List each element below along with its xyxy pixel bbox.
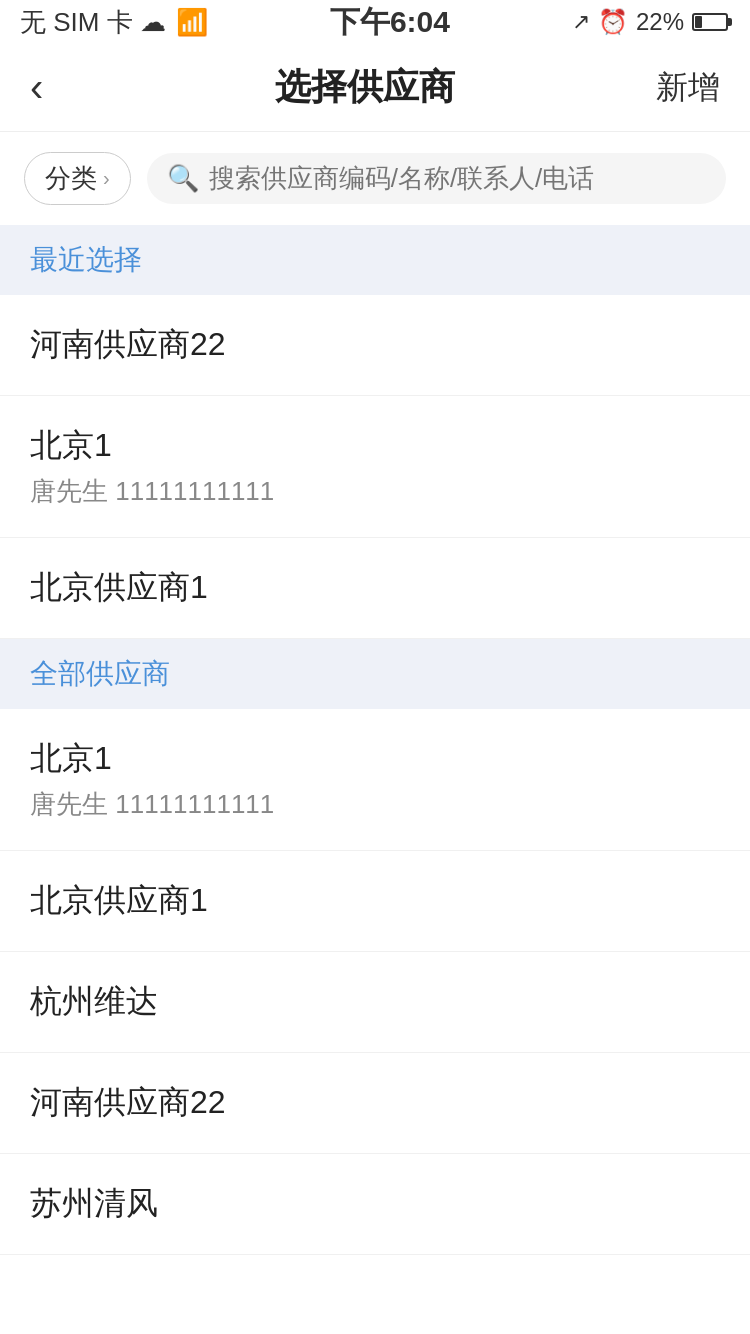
page-title: 选择供应商 [275,63,455,112]
list-item[interactable]: 北京1 唐先生 11111111111 [0,709,750,851]
search-icon: 🔍 [167,163,199,194]
filter-bar: 分类 › 🔍 [0,132,750,225]
add-button[interactable]: 新增 [640,66,720,110]
item-name: 北京供应商1 [30,879,720,923]
chevron-right-icon: › [103,167,110,190]
search-box: 🔍 [147,153,726,204]
status-bar: 无 SIM 卡 ☁ 📶 下午6:04 ↗ ⏰ 22% [0,0,750,44]
item-name: 北京供应商1 [30,566,720,610]
item-name: 北京1 [30,424,720,468]
item-name: 苏州清风 [30,1182,720,1226]
status-left: 无 SIM 卡 ☁ 📶 [20,5,208,40]
category-label: 分类 [45,161,97,196]
recent-section-header: 最近选择 [0,225,750,295]
search-input[interactable] [209,163,706,194]
recent-list: 河南供应商22 北京1 唐先生 11111111111 北京供应商1 [0,295,750,639]
location-icon: ↗ [572,9,590,35]
list-item[interactable]: 北京供应商1 [0,851,750,952]
list-item[interactable]: 河南供应商22 [0,295,750,396]
list-item[interactable]: 北京供应商1 [0,538,750,639]
list-item[interactable]: 北京1 唐先生 11111111111 [0,396,750,538]
recent-section-label: 最近选择 [30,244,142,275]
no-sim-label: 无 SIM 卡 ☁ [20,5,166,40]
list-item[interactable]: 苏州清风 [0,1154,750,1255]
item-name: 北京1 [30,737,720,781]
status-time: 下午6:04 [330,2,450,43]
status-right: ↗ ⏰ 22% [572,8,730,36]
wifi-icon: 📶 [176,7,208,38]
all-section-label: 全部供应商 [30,658,170,689]
item-sub: 唐先生 11111111111 [30,474,720,509]
item-sub: 唐先生 11111111111 [30,787,720,822]
all-list: 北京1 唐先生 11111111111 北京供应商1 杭州维达河南供应商22 苏州清风 [0,709,750,1255]
item-name: 河南供应商22 [30,323,720,367]
battery-percent: 22% [636,8,684,36]
alarm-icon: ⏰ [598,8,628,36]
list-item[interactable]: 杭州维达 [0,952,750,1053]
battery-icon [692,13,730,31]
nav-bar: ‹ 选择供应商 新增 [0,44,750,132]
category-filter-button[interactable]: 分类 › [24,152,131,205]
list-item[interactable]: 河南供应商22 [0,1053,750,1154]
item-name: 杭州维达 [30,980,720,1024]
item-name: 河南供应商22 [30,1081,720,1125]
all-section-header: 全部供应商 [0,639,750,709]
back-button[interactable]: ‹ [30,65,90,110]
